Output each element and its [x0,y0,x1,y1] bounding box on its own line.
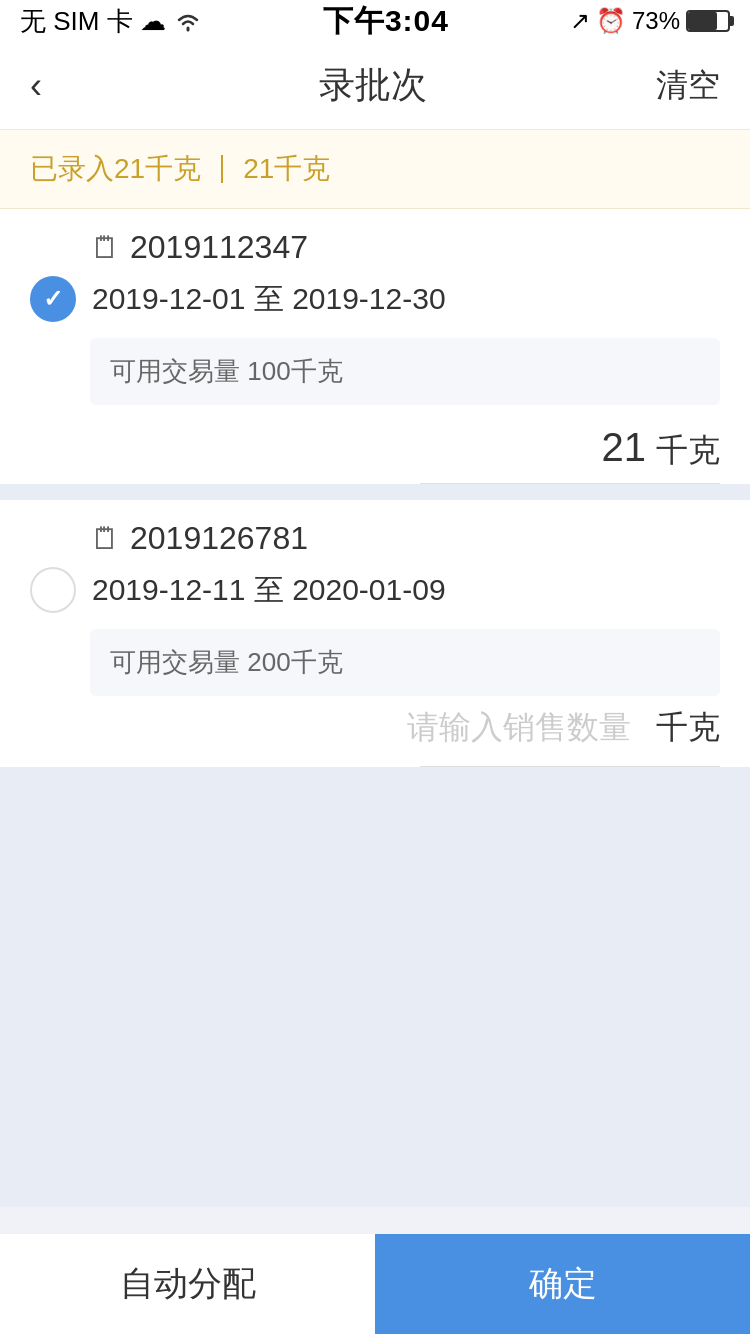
recorded-amount-value: 21千克 [243,150,330,188]
bottom-actions: 自动分配 确定 [0,1234,750,1334]
batch-1-radio[interactable] [30,276,76,322]
status-bar: 无 SIM 卡 ☁ 下午3:04 ↗ ⏰ 73% [0,0,750,42]
info-divider [221,155,223,183]
alarm-icon: ⏰ [596,7,626,35]
batch-2-id: 2019126781 [130,520,308,557]
batch-1-date-row: 2019-12-01 至 2019-12-30 [30,276,720,322]
status-right: ↗ ⏰ 73% [570,7,730,35]
batch-1-quantity-number: 21 [602,425,647,470]
batch-2-icon: 🗒 [90,522,120,556]
sim-label: 无 SIM 卡 ☁ [20,4,166,39]
batch-1-quantity-row: 21 千克 [0,405,750,483]
recorded-amount-label: 已录入21千克 [30,150,201,188]
battery-icon [686,10,730,32]
batch-1-header: 🗒 2019112347 [90,229,720,266]
batch-1-icon: 🗒 [90,231,120,265]
batch-1-quantity-unit: 千克 [656,429,720,473]
batch-2-available: 可用交易量 200千克 [90,629,720,696]
section-divider-1 [0,484,750,500]
nav-bar: ‹ 录批次 清空 [0,42,750,130]
batch-1-date: 2019-12-01 至 2019-12-30 [92,279,446,320]
batch-1-id: 2019112347 [130,229,308,266]
page-title: 录批次 [319,61,427,110]
batch-2-quantity-unit: 千克 [656,706,720,750]
battery-percent: 73% [632,7,680,35]
batch-2-quantity-row: 千克 [0,696,750,766]
back-button[interactable]: ‹ [30,65,90,107]
status-left: 无 SIM 卡 ☁ [20,4,202,39]
batch-2-header: 🗒 2019126781 [90,520,720,557]
auto-distribute-button[interactable]: 自动分配 [0,1234,375,1334]
batch-2-date: 2019-12-11 至 2020-01-09 [92,570,446,611]
batch-2-date-row: 2019-12-11 至 2020-01-09 [30,567,720,613]
batch-2-quantity-input[interactable] [346,709,646,746]
batch-2-radio[interactable] [30,567,76,613]
confirm-button[interactable]: 确定 [375,1234,750,1334]
status-time: 下午3:04 [323,1,449,42]
clear-button[interactable]: 清空 [656,64,720,108]
main-content: 🗒 2019112347 2019-12-01 至 2019-12-30 可用交… [0,209,750,767]
batch-item-2: 🗒 2019126781 2019-12-11 至 2020-01-09 可用交… [0,500,750,696]
empty-area [0,767,750,1207]
batch-item-1: 🗒 2019112347 2019-12-01 至 2019-12-30 可用交… [0,209,750,405]
location-icon: ↗ [570,7,590,35]
wifi-icon [174,10,202,32]
info-banner: 已录入21千克 21千克 [0,130,750,209]
batch-1-available: 可用交易量 100千克 [90,338,720,405]
